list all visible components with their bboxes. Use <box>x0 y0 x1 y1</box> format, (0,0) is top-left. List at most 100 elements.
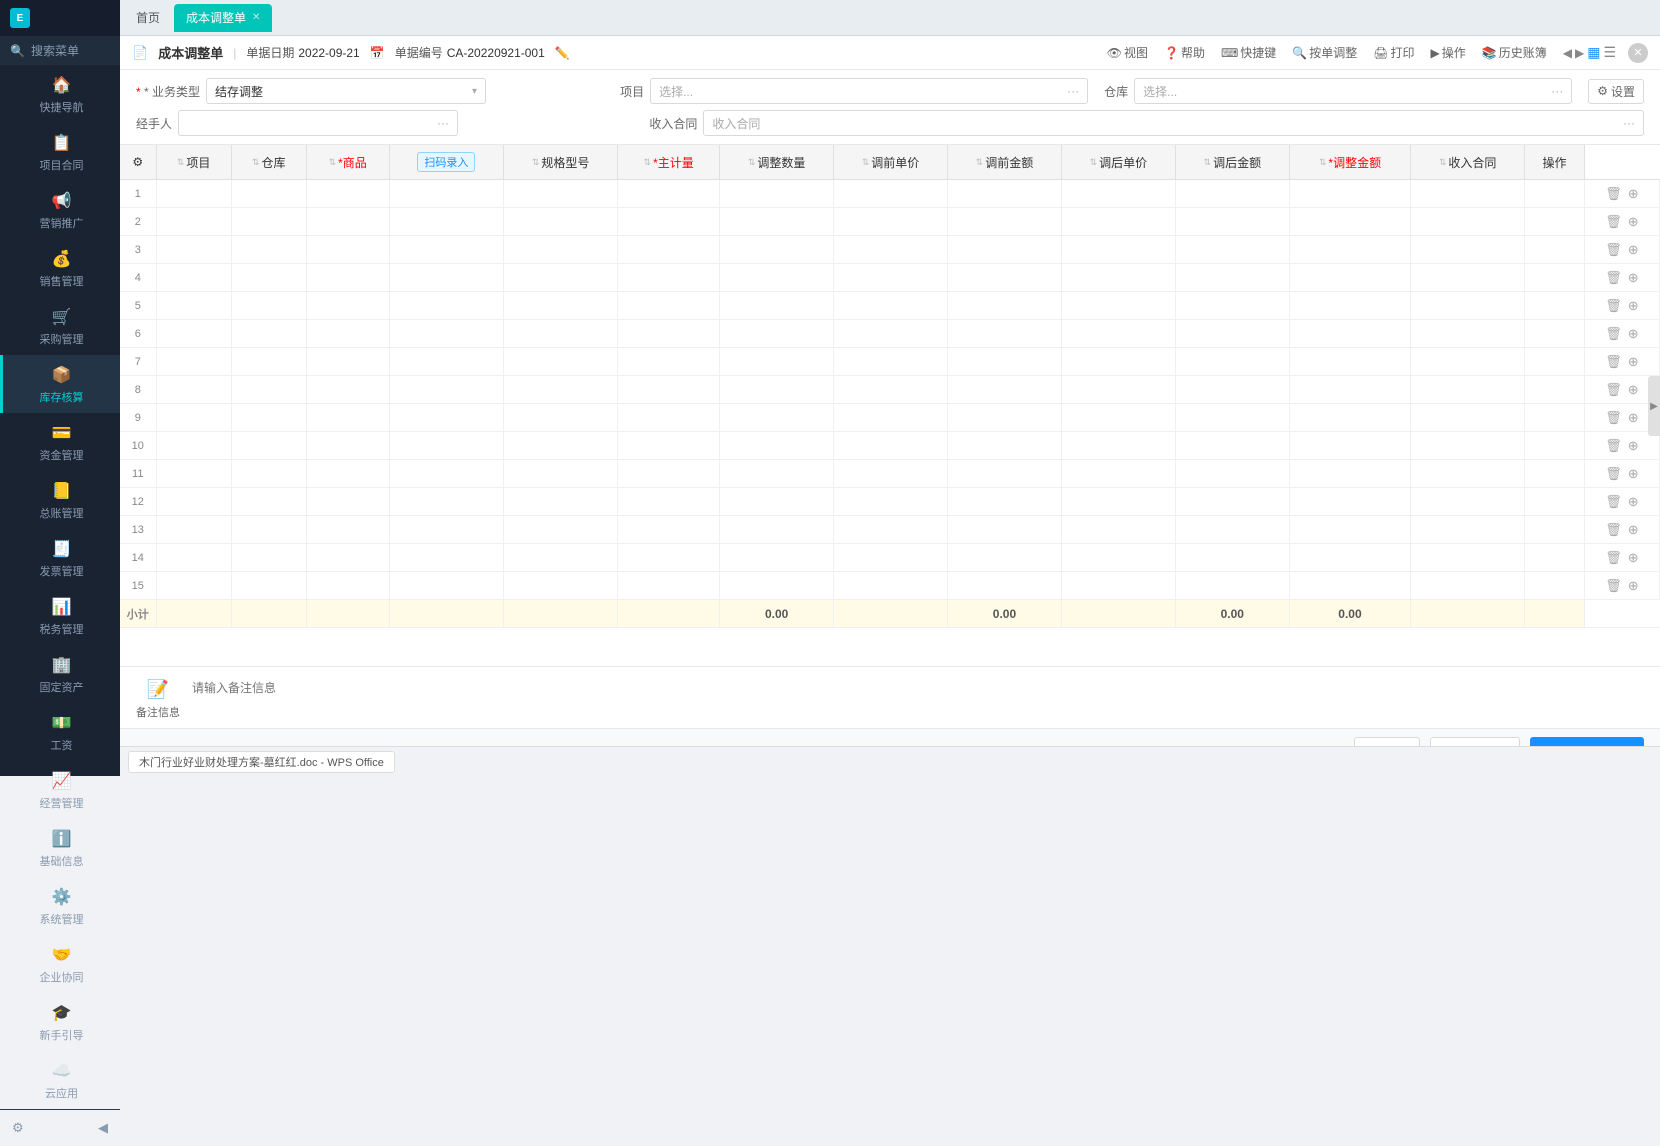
table-cell[interactable] <box>834 572 948 600</box>
table-cell[interactable] <box>1061 488 1175 516</box>
table-cell[interactable] <box>504 348 618 376</box>
delete-icon[interactable]: 🗑 <box>1605 270 1622 286</box>
table-cell[interactable] <box>1061 208 1175 236</box>
table-cell[interactable] <box>1411 460 1525 488</box>
table-cell[interactable] <box>948 404 1062 432</box>
table-cell[interactable] <box>720 544 834 572</box>
table-cell[interactable] <box>618 460 720 488</box>
table-cell[interactable] <box>306 488 389 516</box>
notes-input[interactable] <box>192 675 1644 711</box>
table-cell[interactable] <box>618 544 720 572</box>
income-contract-input[interactable]: 收入合同 ··· <box>703 110 1644 136</box>
table-cell[interactable] <box>1525 320 1585 348</box>
th-after-amount[interactable]: ⇅ 调后金额 <box>1175 145 1289 180</box>
table-cell[interactable] <box>720 432 834 460</box>
th-spec[interactable]: ⇅ 规格型号 <box>504 145 618 180</box>
table-cell[interactable] <box>306 544 389 572</box>
table-cell[interactable] <box>1175 544 1289 572</box>
table-cell[interactable] <box>1411 404 1525 432</box>
operation-action[interactable]: ▶ 操作 <box>1427 42 1470 63</box>
table-cell[interactable] <box>1175 236 1289 264</box>
table-cell[interactable] <box>1411 180 1525 208</box>
th-after-unit-price[interactable]: ⇅ 调后单价 <box>1061 145 1175 180</box>
table-cell[interactable] <box>1061 432 1175 460</box>
table-cell[interactable] <box>618 516 720 544</box>
warehouse-dots-icon[interactable]: ··· <box>1551 84 1563 98</box>
table-cell[interactable] <box>504 432 618 460</box>
history-action[interactable]: 📚 历史账簿 <box>1478 42 1551 63</box>
table-cell[interactable] <box>504 320 618 348</box>
table-cell[interactable] <box>389 180 504 208</box>
table-cell[interactable] <box>306 516 389 544</box>
table-cell[interactable] <box>618 572 720 600</box>
table-cell[interactable] <box>834 292 948 320</box>
sidebar-item-new-guide[interactable]: 🎓 新手引导 <box>0 993 120 1051</box>
table-cell[interactable] <box>231 432 306 460</box>
table-cell[interactable] <box>834 376 948 404</box>
table-cell[interactable] <box>948 432 1062 460</box>
sidebar-item-sys-mgmt[interactable]: ⚙️ 系统管理 <box>0 877 120 935</box>
table-cell[interactable] <box>720 516 834 544</box>
th-unit[interactable]: ⇅ *主计量 <box>618 145 720 180</box>
table-cell[interactable] <box>720 180 834 208</box>
table-cell[interactable] <box>618 376 720 404</box>
table-cell[interactable] <box>504 264 618 292</box>
close-button[interactable]: ✕ <box>1628 43 1648 63</box>
table-cell[interactable] <box>1175 376 1289 404</box>
table-cell[interactable] <box>156 264 231 292</box>
table-cell[interactable] <box>1411 572 1525 600</box>
table-cell[interactable] <box>948 292 1062 320</box>
table-cell[interactable] <box>504 208 618 236</box>
table-cell[interactable] <box>948 208 1062 236</box>
table-cell[interactable] <box>504 292 618 320</box>
copy-icon[interactable]: ⊕ <box>1628 578 1639 594</box>
table-cell[interactable] <box>1525 432 1585 460</box>
table-cell[interactable] <box>306 404 389 432</box>
th-qty[interactable]: ⇅ 调整数量 <box>720 145 834 180</box>
table-cell[interactable] <box>389 516 504 544</box>
table-cell[interactable] <box>1061 180 1175 208</box>
table-cell[interactable] <box>834 460 948 488</box>
calendar-icon[interactable]: 📅 <box>370 46 385 60</box>
table-cell[interactable] <box>156 516 231 544</box>
table-cell[interactable] <box>156 320 231 348</box>
table-cell[interactable] <box>720 572 834 600</box>
sidebar-item-sales-promotion[interactable]: 📢 营销推广 <box>0 181 120 239</box>
table-cell[interactable] <box>1061 292 1175 320</box>
help-action[interactable]: ❓ 帮助 <box>1160 42 1209 63</box>
table-cell[interactable] <box>1061 264 1175 292</box>
table-cell[interactable] <box>156 208 231 236</box>
table-cell[interactable] <box>618 404 720 432</box>
table-cell[interactable] <box>306 180 389 208</box>
table-cell[interactable] <box>1175 208 1289 236</box>
table-cell[interactable] <box>504 488 618 516</box>
table-cell[interactable] <box>1175 292 1289 320</box>
table-cell[interactable] <box>156 236 231 264</box>
table-cell[interactable] <box>156 404 231 432</box>
sidebar-item-fund-mgmt[interactable]: 💳 资金管理 <box>0 413 120 471</box>
sidebar-item-ledger[interactable]: 📒 总账管理 <box>0 471 120 529</box>
copy-icon[interactable]: ⊕ <box>1628 494 1639 510</box>
sidebar-item-fixed-assets[interactable]: 🏢 固定资产 <box>0 645 120 703</box>
table-cell[interactable] <box>306 292 389 320</box>
tab-home[interactable]: 首页 <box>124 4 172 32</box>
table-cell[interactable] <box>306 208 389 236</box>
delete-icon[interactable]: 🗑 <box>1605 578 1622 594</box>
table-cell[interactable] <box>156 488 231 516</box>
table-cell[interactable] <box>948 264 1062 292</box>
table-cell[interactable] <box>231 488 306 516</box>
table-cell[interactable] <box>389 264 504 292</box>
table-cell[interactable] <box>720 208 834 236</box>
table-cell[interactable] <box>1175 320 1289 348</box>
nav-prev-icon[interactable]: ◀ <box>1563 46 1572 60</box>
delete-icon[interactable]: 🗑 <box>1605 522 1622 538</box>
table-cell[interactable] <box>1525 376 1585 404</box>
shortcut-action[interactable]: ⌨ 快捷键 <box>1217 42 1280 63</box>
sidebar-item-cloud-apps[interactable]: ☁️ 云应用 <box>0 1051 120 1109</box>
table-cell[interactable] <box>1411 236 1525 264</box>
table-cell[interactable] <box>1525 236 1585 264</box>
table-cell[interactable] <box>834 544 948 572</box>
table-cell[interactable] <box>1289 544 1410 572</box>
copy-icon[interactable]: ⊕ <box>1628 186 1639 202</box>
grid-view-icon[interactable]: ▦ <box>1587 44 1600 61</box>
